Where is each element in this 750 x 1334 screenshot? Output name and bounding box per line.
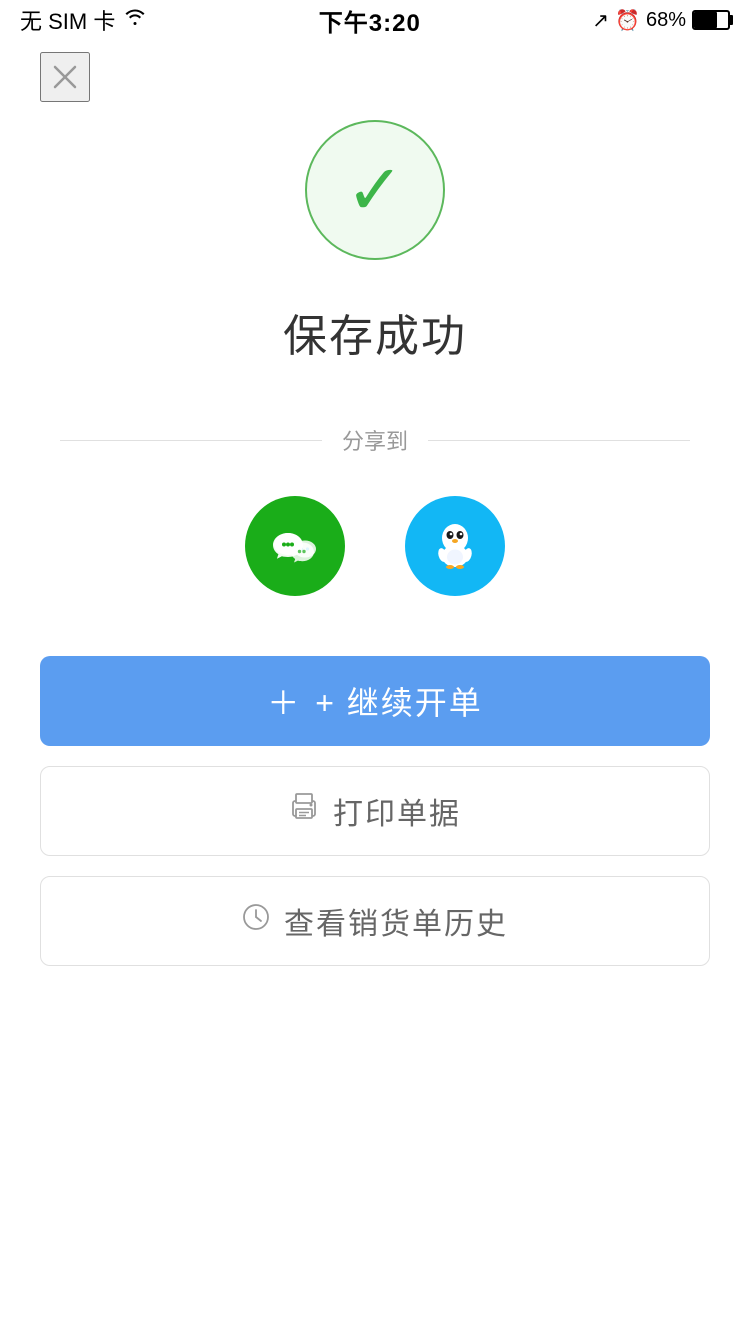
continue-label: + 继续开单 — [315, 678, 483, 724]
divider-line-right — [428, 440, 690, 441]
plus-icon: ＋ — [267, 678, 301, 724]
alarm-icon: ⏰ — [615, 8, 640, 33]
status-left: 无 SIM 卡 — [20, 4, 147, 36]
divider-line-left — [60, 440, 322, 441]
battery-fill — [694, 12, 717, 28]
status-right: ↗ ⏰ 68% — [592, 8, 730, 33]
location-icon: ↗ — [592, 8, 609, 33]
status-time: 下午3:20 — [319, 3, 421, 38]
share-icons — [245, 496, 505, 596]
success-title: 保存成功 — [283, 300, 467, 364]
print-icon — [289, 793, 319, 829]
wifi-icon — [123, 8, 147, 32]
main-content: ✓ 保存成功 分享到 — [0, 40, 750, 966]
history-button[interactable]: 查看销货单历史 — [40, 876, 710, 966]
print-label: 打印单据 — [333, 789, 461, 833]
close-button[interactable] — [40, 52, 90, 102]
share-label: 分享到 — [322, 424, 428, 456]
battery-bar — [692, 10, 730, 30]
checkmark-icon: ✓ — [346, 155, 405, 225]
clock-icon — [242, 903, 270, 939]
success-circle: ✓ — [305, 120, 445, 260]
qq-share-button[interactable] — [405, 496, 505, 596]
action-buttons: ＋ + 继续开单 打印单据 — [0, 656, 750, 966]
wechat-share-button[interactable] — [245, 496, 345, 596]
battery-text: 68% — [646, 9, 686, 32]
continue-button[interactable]: ＋ + 继续开单 — [40, 656, 710, 746]
status-bar: 无 SIM 卡 下午3:20 ↗ ⏰ 68% — [0, 0, 750, 40]
print-button[interactable]: 打印单据 — [40, 766, 710, 856]
history-label: 查看销货单历史 — [284, 899, 508, 943]
carrier-text: 无 SIM 卡 — [20, 4, 115, 36]
share-divider: 分享到 — [0, 424, 750, 456]
